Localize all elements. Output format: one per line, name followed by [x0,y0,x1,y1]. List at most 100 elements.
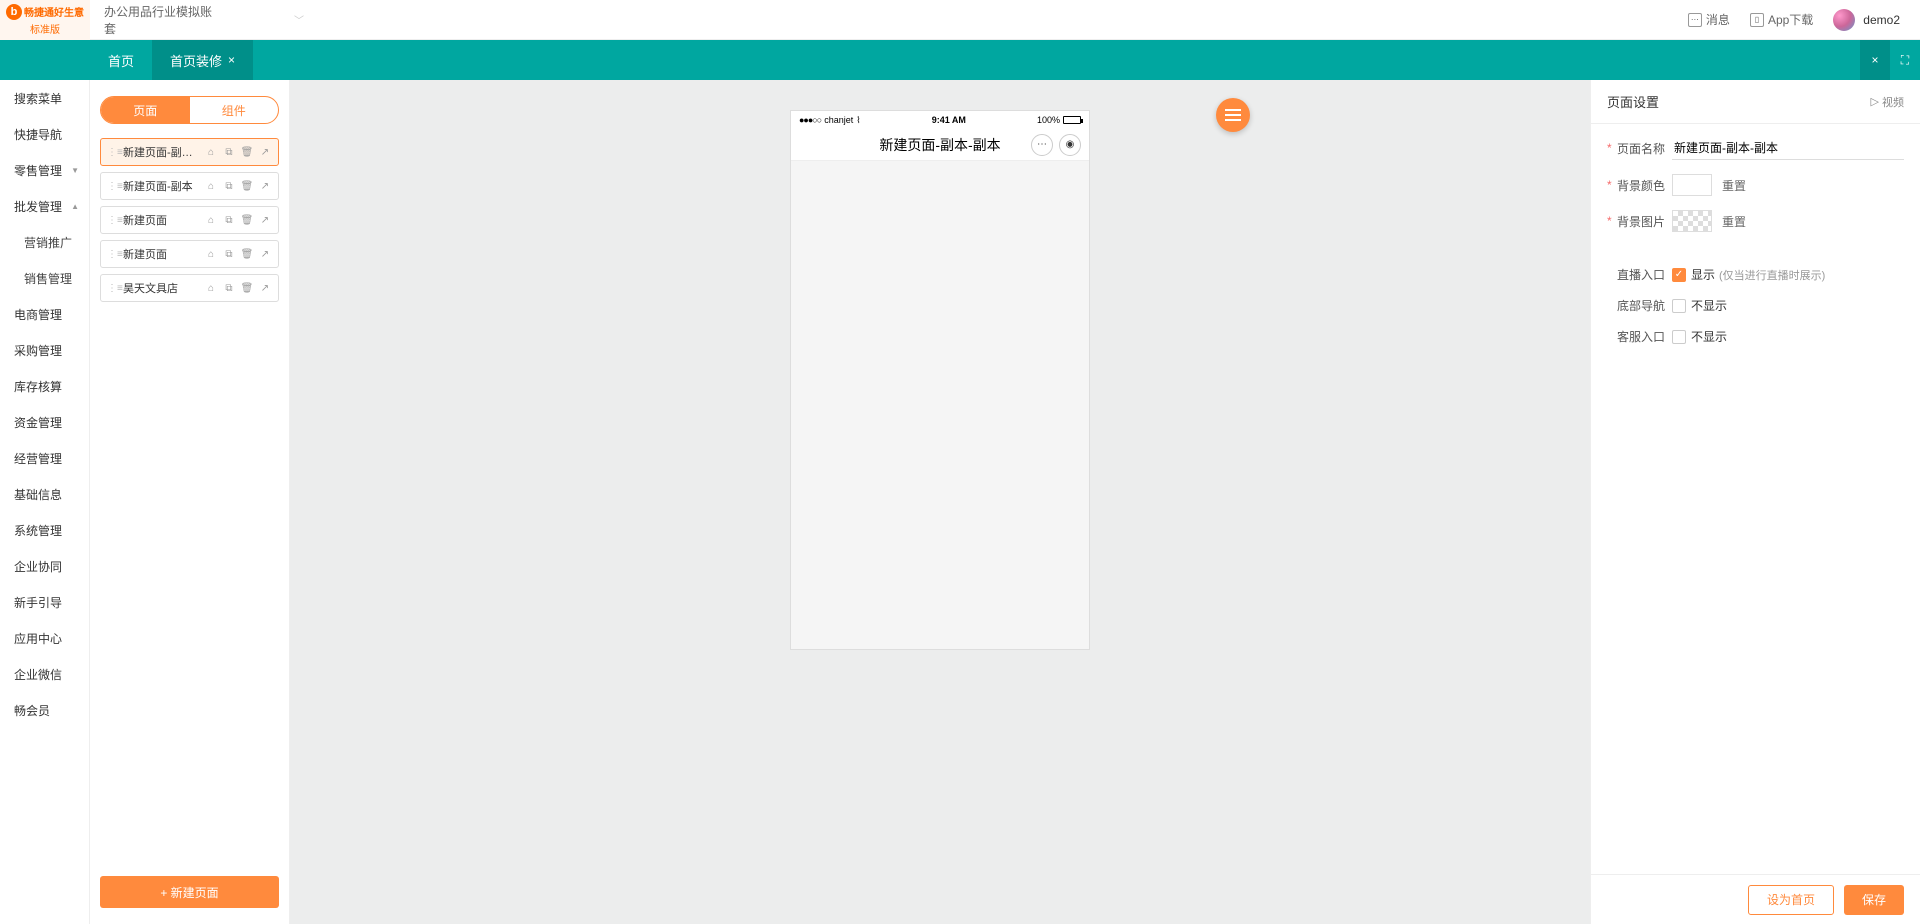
sidebar-item-5[interactable]: 销售管理 [0,260,89,296]
logo-text: 畅捷通好生意 [24,4,84,19]
sidebar-item-10[interactable]: 经营管理 [0,440,89,476]
play-icon: ▷ [1871,95,1879,108]
drag-icon[interactable]: ⋮≡ [107,283,119,294]
field-bottom-nav: 底部导航 不显示 [1607,297,1904,314]
tab-home[interactable]: 首页 [90,40,152,80]
settings-title: 页面设置 [1607,92,1659,111]
drag-icon[interactable]: ⋮≡ [107,147,119,158]
sidebar-item-6[interactable]: 电商管理 [0,296,89,332]
sidebar-item-2[interactable]: 零售管理 [0,152,89,188]
copy-icon[interactable]: ⧉ [222,179,236,193]
battery-icon [1063,116,1081,124]
field-bg-color: *背景颜色 重置 [1607,174,1904,196]
page-row[interactable]: ⋮≡昊天文具店⌂⧉🗑↗ [100,274,279,302]
messages-link[interactable]: ⋯ 消息 [1688,11,1730,28]
logo[interactable]: b 畅捷通好生意 标准版 [0,0,90,40]
logo-subtitle: 标准版 [30,21,60,36]
sidebar-item-13[interactable]: 企业协同 [0,548,89,584]
miniapp-close-icon[interactable]: ◉ [1059,134,1081,156]
copy-icon[interactable]: ⧉ [222,213,236,227]
page-row[interactable]: ⋮≡ 新建页面-副本... ⌂ ⧉ 🗑 ↗ [100,138,279,166]
home-icon[interactable]: ⌂ [204,145,218,159]
delete-icon[interactable]: 🗑 [240,247,254,261]
page-name: 新建页面 [123,212,200,228]
bgimage-reset[interactable]: 重置 [1722,213,1746,230]
copy-icon[interactable]: ⧉ [222,247,236,261]
avatar[interactable] [1833,9,1855,31]
hamburger-icon [1225,114,1241,116]
bgcolor-swatch[interactable] [1672,174,1712,196]
tab-decorate[interactable]: 首页装修 × [152,40,253,80]
field-bg-image: *背景图片 重置 [1607,210,1904,232]
live-checkbox[interactable]: ✓ [1672,268,1686,282]
chevron-down-icon: ﹀ [294,12,304,27]
sidebar-item-7[interactable]: 采购管理 [0,332,89,368]
seg-component[interactable]: 组件 [190,97,279,123]
new-page-button[interactable]: + 新建页面 [100,876,279,908]
copy-icon[interactable]: ⧉ [222,281,236,295]
field-live-entry: 直播入口 ✓ 显示 (仅当进行直播时展示) [1607,266,1904,283]
sidebar-item-11[interactable]: 基础信息 [0,476,89,512]
sidebar-item-1[interactable]: 快捷导航 [0,116,89,152]
account-selector[interactable]: 办公用品行业模拟账套 ﹀ [104,3,304,37]
delete-icon[interactable]: 🗑 [240,213,254,227]
share-icon[interactable]: ↗ [258,281,272,295]
sidebar-item-14[interactable]: 新手引导 [0,584,89,620]
bgcolor-reset[interactable]: 重置 [1722,177,1746,194]
bottomnav-checkbox[interactable] [1672,299,1686,313]
battery-pct: 100% [1037,115,1060,125]
share-icon[interactable]: ↗ [258,213,272,227]
sidebar-item-17[interactable]: 畅会员 [0,692,89,728]
home-icon[interactable]: ⌂ [204,281,218,295]
seg-page[interactable]: 页面 [101,97,190,123]
page-row[interactable]: ⋮≡ 新建页面 ⌂ ⧉ 🗑 ↗ [100,206,279,234]
sidebar-item-4[interactable]: 营销推广 [0,224,89,260]
page-name: 新建页面-副本... [123,144,200,160]
settings-header: 页面设置 ▷ 视频 [1591,80,1920,124]
account-name: 办公用品行业模拟账套 [104,3,214,37]
drag-icon[interactable]: ⋮≡ [107,215,119,226]
video-help-link[interactable]: ▷ 视频 [1871,94,1904,110]
home-icon[interactable]: ⌂ [204,213,218,227]
save-button[interactable]: 保存 [1844,885,1904,915]
app-download-link[interactable]: ▯ App下载 [1750,11,1813,28]
sidebar-item-0[interactable]: 搜索菜单 [0,80,89,116]
phone-preview: ●●●○○ chanjet ⌇ 9:41 AM 100% 新建页面-副本-副本 … [790,110,1090,650]
page-row[interactable]: ⋮≡新建页面⌂⧉🗑↗ [100,240,279,268]
settings-panel: 页面设置 ▷ 视频 *页面名称 *背景颜色 重置 *背景图片 [1590,80,1920,924]
sidebar-item-8[interactable]: 库存核算 [0,368,89,404]
page-row[interactable]: ⋮≡新建页面-副本⌂⧉🗑↗ [100,172,279,200]
share-icon[interactable]: ↗ [258,145,272,159]
top-header: b 畅捷通好生意 标准版 办公用品行业模拟账套 ﹀ ⋯ 消息 ▯ App下载 d… [0,0,1920,40]
drag-icon[interactable]: ⋮≡ [107,181,119,192]
phone-titlebar: 新建页面-副本-副本 ⋯ ◉ [791,129,1089,161]
share-icon[interactable]: ↗ [258,179,272,193]
page-name-input[interactable] [1672,136,1904,160]
sidebar-item-16[interactable]: 企业微信 [0,656,89,692]
delete-icon[interactable]: 🗑 [240,281,254,295]
username[interactable]: demo2 [1863,13,1900,27]
drag-icon[interactable]: ⋮≡ [107,249,119,260]
share-icon[interactable]: ↗ [258,247,272,261]
page-list: ⋮≡新建页面-副本...⌂⧉🗑↗⋮≡新建页面-副本⌂⧉🗑↗⋮≡新建页面⌂⧉🗑↗⋮… [100,138,279,876]
sidebar-item-3[interactable]: 批发管理 [0,188,89,224]
delete-icon[interactable]: 🗑 [240,145,254,159]
service-checkbox[interactable] [1672,330,1686,344]
sidebar-item-15[interactable]: 应用中心 [0,620,89,656]
phone-title: 新建页面-副本-副本 [879,135,1000,155]
component-drawer-toggle[interactable] [1216,98,1250,132]
home-icon[interactable]: ⌂ [204,247,218,261]
tab-close-all[interactable]: × [1860,40,1890,80]
segment-control: 页面 组件 [100,96,279,124]
sidebar-item-9[interactable]: 资金管理 [0,404,89,440]
bgimage-swatch[interactable] [1672,210,1712,232]
delete-icon[interactable]: 🗑 [240,179,254,193]
set-home-button[interactable]: 设为首页 [1748,885,1834,915]
miniapp-menu-icon[interactable]: ⋯ [1031,134,1053,156]
copy-icon[interactable]: ⧉ [222,145,236,159]
home-icon[interactable]: ⌂ [204,179,218,193]
work-area: 页面 组件 ⋮≡新建页面-副本...⌂⧉🗑↗⋮≡新建页面-副本⌂⧉🗑↗⋮≡新建页… [90,80,1920,924]
fullscreen-icon[interactable]: ⛶ [1890,40,1920,80]
close-icon[interactable]: × [228,53,235,67]
sidebar-item-12[interactable]: 系统管理 [0,512,89,548]
